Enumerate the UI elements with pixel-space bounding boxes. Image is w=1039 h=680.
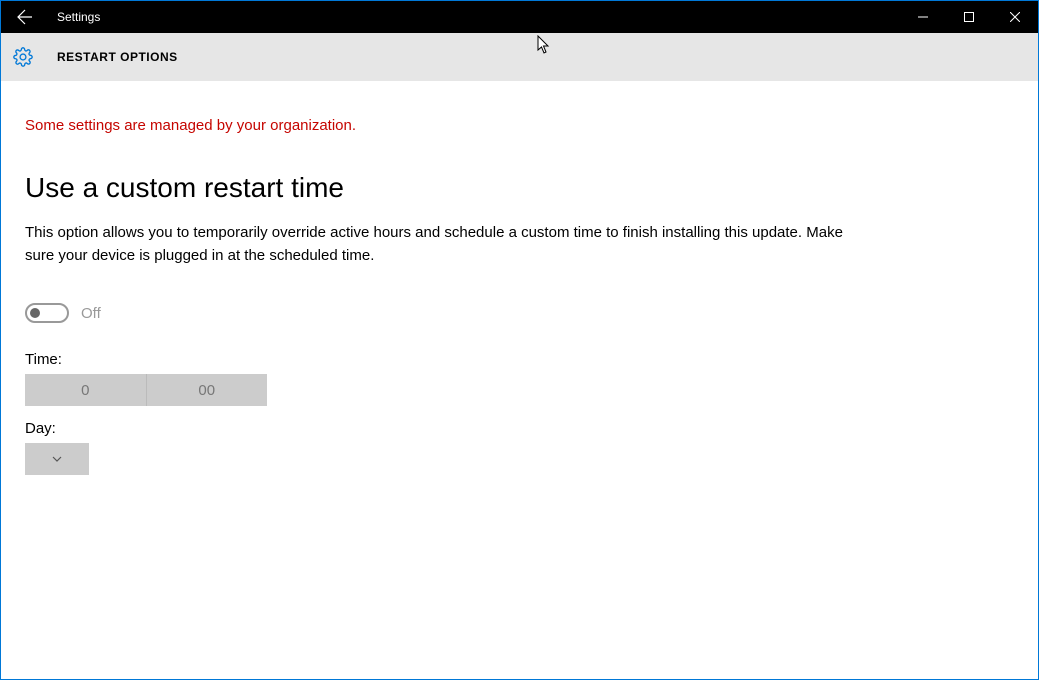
back-arrow-icon [17, 9, 33, 25]
content-area: Some settings are managed by your organi… [1, 81, 1038, 499]
section-description: This option allows you to temporarily ov… [25, 222, 845, 267]
chevron-down-icon [51, 453, 63, 465]
close-button[interactable] [992, 1, 1038, 33]
time-hour-cell[interactable]: 0 [25, 374, 147, 406]
close-icon [1010, 12, 1020, 22]
organization-notice: Some settings are managed by your organi… [25, 117, 1014, 134]
toggle-row: Off [25, 303, 1014, 323]
page-title: RESTART OPTIONS [57, 50, 178, 64]
minimize-button[interactable] [900, 1, 946, 33]
titlebar: Settings [1, 1, 1038, 33]
toggle-state-label: Off [81, 305, 101, 322]
gear-icon [13, 47, 33, 67]
time-minute-cell[interactable]: 00 [147, 374, 268, 406]
custom-restart-toggle[interactable] [25, 303, 69, 323]
subheader: RESTART OPTIONS [1, 33, 1038, 81]
maximize-button[interactable] [946, 1, 992, 33]
day-label: Day: [25, 420, 1014, 437]
back-button[interactable] [1, 1, 49, 33]
time-label: Time: [25, 351, 1014, 368]
time-picker[interactable]: 0 00 [25, 374, 267, 406]
toggle-knob [30, 308, 40, 318]
window-title: Settings [57, 10, 100, 24]
minimize-icon [918, 12, 928, 22]
section-heading: Use a custom restart time [25, 172, 1014, 204]
day-picker[interactable] [25, 443, 89, 475]
maximize-icon [964, 12, 974, 22]
window-controls [900, 1, 1038, 33]
